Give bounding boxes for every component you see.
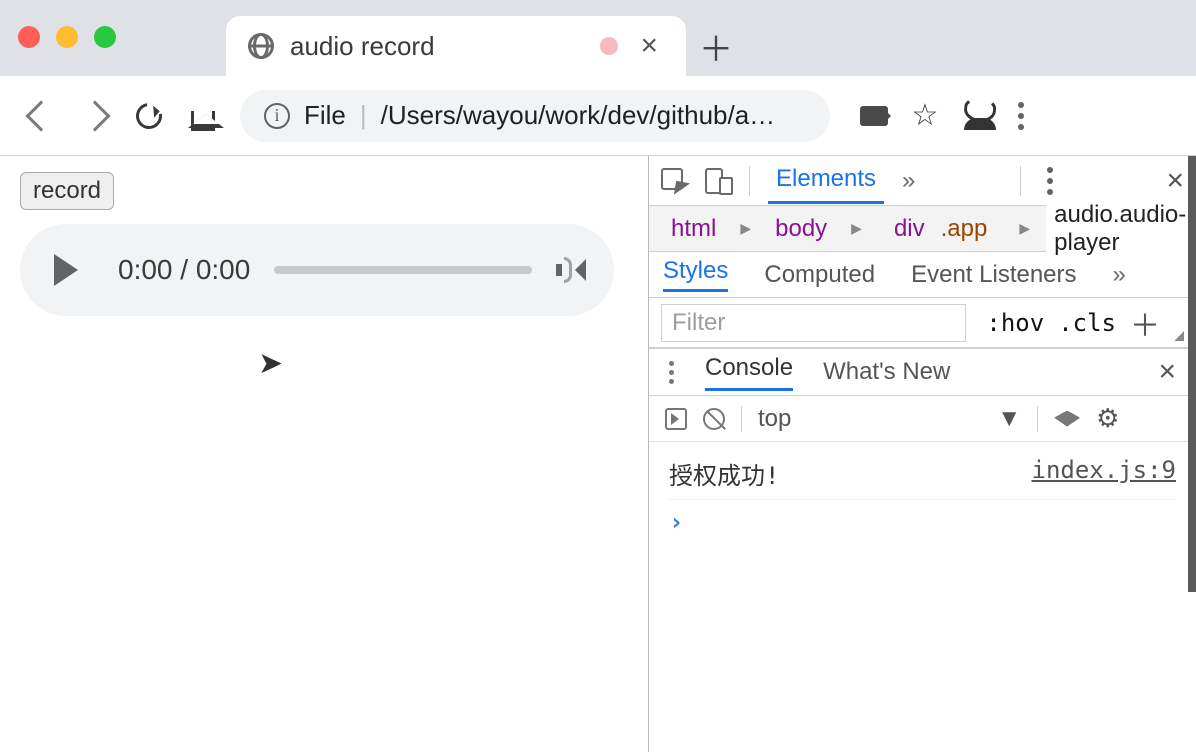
tab-title: audio record xyxy=(290,31,584,62)
audio-time: 0:00 / 0:00 xyxy=(118,254,250,286)
console-toolbar: top ▼ ⚙ xyxy=(649,396,1196,442)
execute-icon[interactable] xyxy=(665,408,687,430)
log-source-link[interactable]: index.js:9 xyxy=(1032,456,1177,491)
content-area: record 0:00 / 0:00 ➤ Elements » × xyxy=(0,156,1196,752)
styles-sidebar-tabs: Styles Computed Event Listeners » xyxy=(649,252,1196,298)
bookmark-button[interactable]: ☆ xyxy=(908,99,942,133)
inspect-element-icon[interactable] xyxy=(661,168,687,194)
close-devtools-button[interactable]: × xyxy=(1166,164,1184,198)
volume-button-icon[interactable] xyxy=(556,255,586,285)
styles-filter-bar: Filter :hov .cls ＋ xyxy=(649,298,1196,348)
tab-console[interactable]: Console xyxy=(705,354,793,391)
mouse-cursor-icon: ➤ xyxy=(258,346,283,381)
address-bar[interactable]: File | /Users/wayou/work/dev/github/a… xyxy=(240,90,830,142)
separator xyxy=(1037,406,1038,432)
console-log-line: 授权成功! index.js:9 xyxy=(669,450,1176,500)
devtools-panel: Elements » × html ▶ body ▶ div.app ▶ aud… xyxy=(648,156,1196,752)
more-style-tabs-icon[interactable]: » xyxy=(1113,261,1126,289)
console-context[interactable]: top xyxy=(758,405,791,433)
audio-seek-slider[interactable] xyxy=(274,266,532,274)
reload-button[interactable] xyxy=(132,99,166,133)
devtools-menu-button[interactable] xyxy=(1047,167,1053,195)
home-button[interactable] xyxy=(186,99,220,133)
resize-corner-icon[interactable] xyxy=(1174,331,1184,341)
console-prompt[interactable]: › xyxy=(669,500,1176,536)
tab-whats-new[interactable]: What's New xyxy=(823,358,950,386)
browser-window: audio record × ＋ File | /Users/wayou/wor… xyxy=(0,0,1196,752)
toggle-cls[interactable]: .cls xyxy=(1058,309,1116,337)
tab-styles[interactable]: Styles xyxy=(663,257,728,292)
play-button-icon[interactable] xyxy=(54,254,94,286)
toggle-hov[interactable]: :hov xyxy=(986,309,1044,337)
crumb-html[interactable]: html xyxy=(663,213,724,245)
window-controls xyxy=(18,26,116,48)
close-window-button[interactable] xyxy=(18,26,40,48)
live-expression-icon[interactable] xyxy=(1054,411,1080,427)
site-info-icon[interactable] xyxy=(264,103,290,129)
back-button[interactable] xyxy=(24,99,58,133)
camera-icon[interactable] xyxy=(860,106,888,126)
separator xyxy=(749,166,750,196)
maximize-window-button[interactable] xyxy=(94,26,116,48)
recording-indicator-icon xyxy=(600,37,618,55)
log-message: 授权成功! xyxy=(669,456,779,491)
crumb-audio[interactable]: audio.audio-player xyxy=(1046,199,1196,259)
toolbar: File | /Users/wayou/work/dev/github/a… ☆ xyxy=(0,76,1196,156)
record-button[interactable]: record xyxy=(20,172,114,210)
device-toolbar-icon[interactable] xyxy=(705,168,731,194)
close-drawer-button[interactable]: × xyxy=(1158,355,1176,389)
tab-event-listeners[interactable]: Event Listeners xyxy=(911,261,1076,289)
page-content: record 0:00 / 0:00 ➤ xyxy=(0,156,648,752)
separator xyxy=(741,406,742,432)
separator xyxy=(1020,166,1021,196)
globe-icon xyxy=(248,33,274,59)
dom-breadcrumb: html ▶ body ▶ div.app ▶ audio.audio-play… xyxy=(649,206,1196,252)
url-path: /Users/wayou/work/dev/github/a… xyxy=(381,100,776,131)
url-scheme: File xyxy=(304,100,346,131)
console-settings-icon[interactable]: ⚙ xyxy=(1096,403,1119,434)
drawer-tabs: Console What's New × xyxy=(649,348,1196,396)
tab-computed[interactable]: Computed xyxy=(764,261,875,289)
minimize-window-button[interactable] xyxy=(56,26,78,48)
devtools-scrollbar[interactable] xyxy=(1188,156,1196,592)
url-separator: | xyxy=(360,100,367,131)
context-caret-icon[interactable]: ▼ xyxy=(997,405,1021,433)
tab-strip: audio record × ＋ xyxy=(0,0,1196,76)
console-output: 授权成功! index.js:9 › xyxy=(649,442,1196,544)
close-tab-button[interactable]: × xyxy=(634,29,664,63)
tab-elements[interactable]: Elements xyxy=(768,157,884,204)
forward-button[interactable] xyxy=(78,99,112,133)
browser-tab[interactable]: audio record × xyxy=(226,16,686,76)
new-tab-button[interactable]: ＋ xyxy=(686,16,746,76)
more-tabs-icon[interactable]: » xyxy=(902,167,915,195)
crumb-body[interactable]: body xyxy=(767,213,835,245)
profile-avatar-icon[interactable] xyxy=(962,102,998,130)
styles-filter-input[interactable]: Filter xyxy=(661,304,966,342)
crumb-divapp[interactable]: div.app xyxy=(878,213,1003,245)
drawer-menu-button[interactable] xyxy=(669,361,675,384)
audio-player: 0:00 / 0:00 xyxy=(20,224,614,316)
browser-menu-button[interactable] xyxy=(1018,102,1024,130)
clear-console-icon[interactable] xyxy=(703,408,725,430)
new-style-rule-button[interactable]: ＋ xyxy=(1130,301,1160,345)
